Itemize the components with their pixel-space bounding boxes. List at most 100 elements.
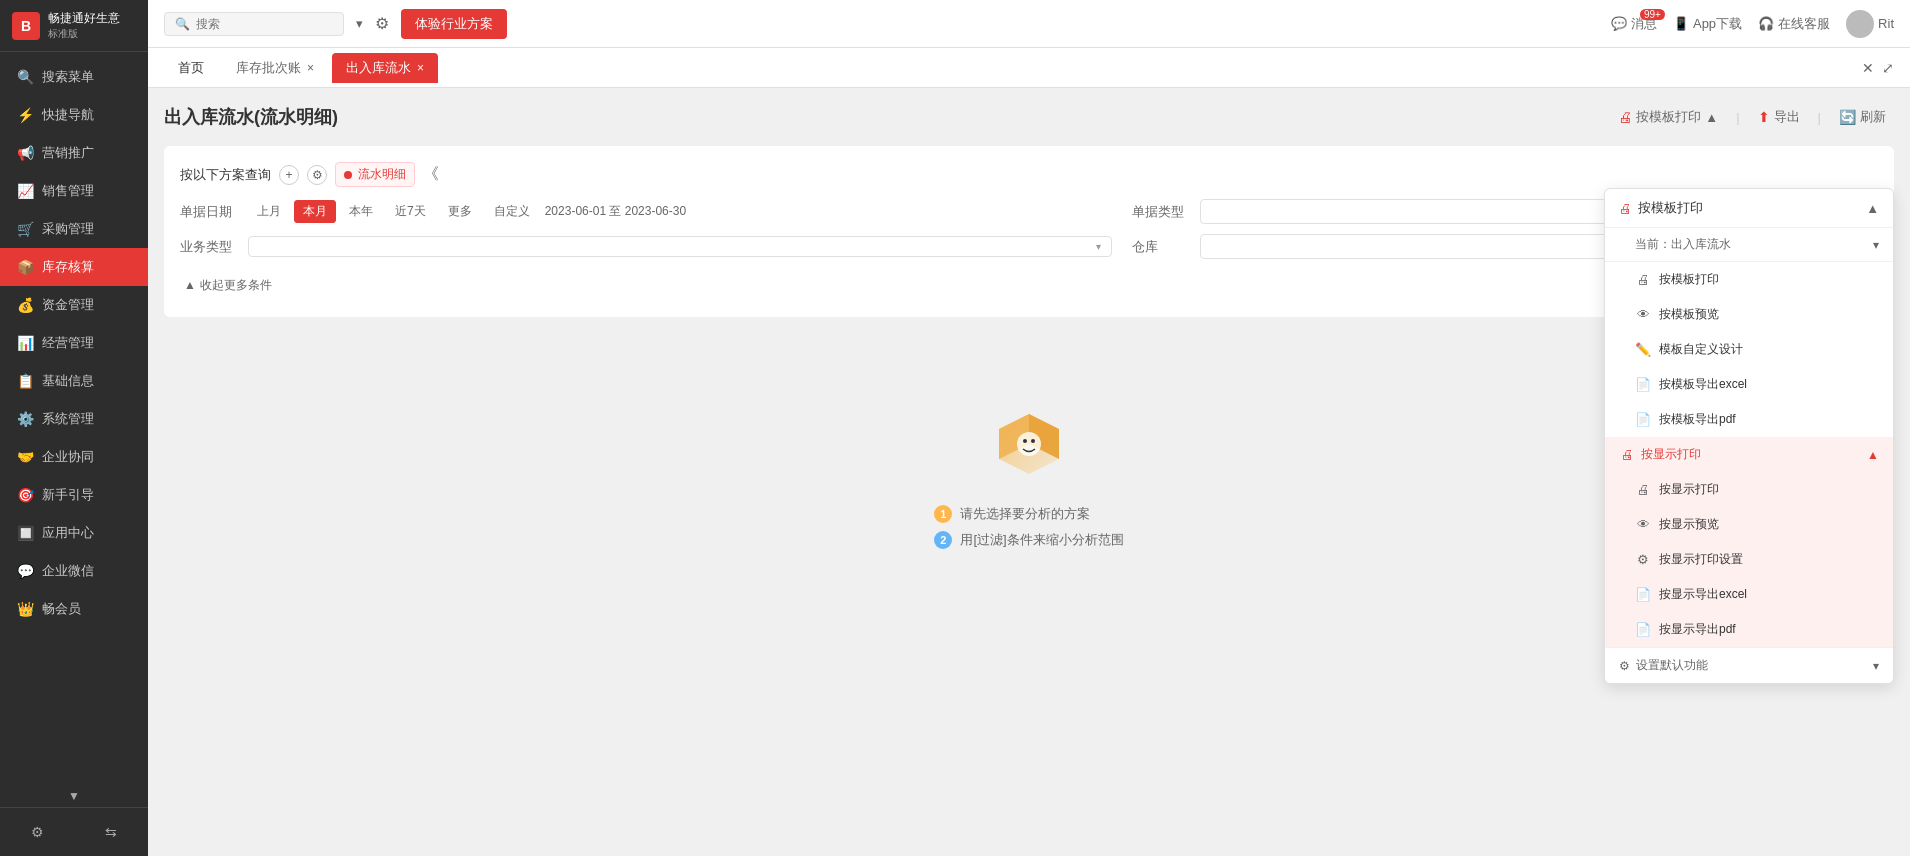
settings-footer-btn[interactable]: ⚙ xyxy=(25,818,50,846)
operation-icon: 📊 xyxy=(16,334,34,352)
sidebar-item-apps[interactable]: 🔲 应用中心 xyxy=(0,514,148,552)
sidebar-item-wechat[interactable]: 💬 企业微信 xyxy=(0,552,148,590)
restore-btn[interactable]: ✕ xyxy=(1862,60,1874,76)
basic-icon: 📋 xyxy=(16,372,34,390)
dropdown-item-display-pdf[interactable]: 📄 按显示导出pdf xyxy=(1605,612,1893,647)
business-filter-field: 业务类型 ▾ xyxy=(180,236,1112,257)
dropdown-item-template-pdf[interactable]: 📄 按模板导出pdf xyxy=(1605,402,1893,437)
shortcut-icon: ⚡ xyxy=(16,106,34,124)
template-custom-icon: ✏️ xyxy=(1635,342,1651,358)
dropdown-item-display-preview[interactable]: 👁 按显示预览 xyxy=(1605,507,1893,542)
sidebar-item-sales[interactable]: 📈 销售管理 xyxy=(0,172,148,210)
tab-flow-close[interactable]: × xyxy=(417,61,424,75)
date-btn-7days[interactable]: 近7天 xyxy=(386,200,435,223)
collapse-footer-btn[interactable]: ⇆ xyxy=(99,818,123,846)
dropdown-close-arrow[interactable]: ▲ xyxy=(1866,201,1879,216)
date-btn-this-month[interactable]: 本月 xyxy=(294,200,336,223)
sidebar-item-marketing[interactable]: 📢 营销推广 xyxy=(0,134,148,172)
dropdown-item-template-custom[interactable]: ✏️ 模板自定义设计 xyxy=(1605,332,1893,367)
svg-point-5 xyxy=(1031,439,1035,443)
dropdown-item-template-excel[interactable]: 📄 按模板导出excel xyxy=(1605,367,1893,402)
refresh-action-btn[interactable]: 🔄 刷新 xyxy=(1831,104,1894,130)
sidebar-item-purchase[interactable]: 🛒 采购管理 xyxy=(0,210,148,248)
dropdown-item-display-print[interactable]: 🖨 按显示打印 xyxy=(1605,472,1893,507)
dropdown-item-template-print[interactable]: 🖨 按模板打印 xyxy=(1605,262,1893,297)
topbar-gear-icon[interactable]: ⚙ xyxy=(375,14,389,33)
filter-settings-btn[interactable]: ⚙ xyxy=(307,165,327,185)
topbar-search-box[interactable]: 🔍 xyxy=(164,12,344,36)
app-download-btn[interactable]: 📱 App下载 xyxy=(1673,15,1742,33)
message-btn[interactable]: 💬 消息 99+ xyxy=(1611,15,1657,33)
tab-batch-close[interactable]: × xyxy=(307,61,314,75)
sidebar-scroll-down[interactable]: ▼ xyxy=(0,785,148,807)
business-select[interactable]: ▾ xyxy=(248,236,1112,257)
dropdown-footer[interactable]: ⚙ 设置默认功能 ▾ xyxy=(1605,647,1893,683)
sidebar-item-inventory[interactable]: 📦 库存核算 xyxy=(0,248,148,286)
sidebar-nav: 🔍 搜索菜单 ⚡ 快捷导航 📢 营销推广 📈 销售管理 🛒 采购管理 📦 xyxy=(0,52,148,785)
search-input[interactable] xyxy=(196,17,316,31)
page-header: 出入库流水(流水明细) 🖨 按模板打印 ▲ | ⬆ 导出 | 🔄 xyxy=(164,104,1894,130)
display-print-section-icon: 🖨 xyxy=(1619,447,1635,463)
date-filter-field: 单据日期 上月 本月 本年 近7天 更多 自定义 2023-06-01 至 20… xyxy=(180,200,1112,223)
date-range-display: 2023-06-01 至 2023-06-30 xyxy=(545,203,686,220)
sidebar-item-system[interactable]: ⚙️ 系统管理 xyxy=(0,400,148,438)
tab-flow[interactable]: 出入库流水 × xyxy=(332,53,438,83)
sidebar-item-cooperation[interactable]: 🤝 企业协同 xyxy=(0,438,148,476)
date-quick-buttons: 上月 本月 本年 近7天 更多 自定义 xyxy=(248,200,539,223)
filter-add-btn[interactable]: + xyxy=(279,165,299,185)
sidebar-item-basic[interactable]: 📋 基础信息 xyxy=(0,362,148,400)
date-btn-more[interactable]: 更多 xyxy=(439,200,481,223)
sidebar-header: B 畅捷通好生意 标准版 xyxy=(0,0,148,52)
date-btn-last-month[interactable]: 上月 xyxy=(248,200,290,223)
user-avatar[interactable]: Rit xyxy=(1846,10,1894,38)
filter-label: 按以下方案查询 xyxy=(180,166,271,184)
apps-icon: 🔲 xyxy=(16,524,34,542)
guide-icon: 🎯 xyxy=(16,486,34,504)
tab-batch[interactable]: 库存批次账 × xyxy=(222,53,328,83)
trial-button[interactable]: 体验行业方案 xyxy=(401,9,507,39)
dropdown-current-item[interactable]: 当前：出入库流水 ▾ xyxy=(1605,228,1893,262)
member-icon: 👑 xyxy=(16,600,34,618)
sidebar-item-guide[interactable]: 🎯 新手引导 xyxy=(0,476,148,514)
dropdown-title: 🖨 按模板打印 xyxy=(1619,199,1703,217)
template-preview-icon: 👁 xyxy=(1635,307,1651,323)
date-btn-this-year[interactable]: 本年 xyxy=(340,200,382,223)
topbar-dropdown-arrow[interactable]: ▾ xyxy=(356,16,363,31)
dropdown-footer-icon: ⚙ xyxy=(1619,659,1630,673)
maximize-btn[interactable]: ⤢ xyxy=(1882,60,1894,76)
sidebar-item-operation[interactable]: 📊 经营管理 xyxy=(0,324,148,362)
dropdown-section-header[interactable]: 🖨 按显示打印 ▲ xyxy=(1605,437,1893,472)
message-icon: 💬 xyxy=(1611,16,1627,31)
dropdown-item-display-excel[interactable]: 📄 按显示导出excel xyxy=(1605,577,1893,612)
print-action-btn[interactable]: 🖨 按模板打印 ▲ xyxy=(1610,104,1726,130)
sidebar: B 畅捷通好生意 标准版 🔍 搜索菜单 ⚡ 快捷导航 📢 营销推广 📈 销售管理 xyxy=(0,0,148,856)
filter-tag-dot xyxy=(344,171,352,179)
sidebar-item-finance[interactable]: 💰 资金管理 xyxy=(0,286,148,324)
filter-tag: 流水明细 xyxy=(335,162,415,187)
business-field-label: 业务类型 xyxy=(180,238,240,256)
refresh-icon: 🔄 xyxy=(1839,109,1856,125)
tip-number-2: 2 xyxy=(934,531,952,549)
tip-number-1: 1 xyxy=(934,505,952,523)
topbar-right: 💬 消息 99+ 📱 App下载 🎧 在线客服 Rit xyxy=(1611,10,1894,38)
tab-home[interactable]: 首页 xyxy=(164,53,218,83)
print-dropdown-arrow: ▲ xyxy=(1705,110,1718,125)
sidebar-item-shortcut[interactable]: ⚡ 快捷导航 xyxy=(0,96,148,134)
online-service-btn[interactable]: 🎧 在线客服 xyxy=(1758,15,1830,33)
collapse-more-btn[interactable]: ▲ 收起更多条件 xyxy=(180,273,276,298)
page-content-area: 出入库流水(流水明细) 🖨 按模板打印 ▲ | ⬆ 导出 | 🔄 xyxy=(148,88,1910,856)
search-icon: 🔍 xyxy=(16,68,34,86)
filter-collapse-left-btn[interactable]: 《 xyxy=(423,164,439,185)
export-action-btn[interactable]: ⬆ 导出 xyxy=(1750,104,1808,130)
page-title: 出入库流水(流水明细) xyxy=(164,105,338,129)
date-btn-custom[interactable]: 自定义 xyxy=(485,200,539,223)
empty-tip-2: 2 用[过滤]条件来缩小分析范围 xyxy=(934,531,1123,549)
sales-icon: 📈 xyxy=(16,182,34,200)
dropdown-section-arrow: ▲ xyxy=(1867,448,1879,462)
scroll-down-icon: ▼ xyxy=(68,789,80,803)
dropdown-item-display-settings[interactable]: ⚙ 按显示打印设置 xyxy=(1605,542,1893,577)
sidebar-item-member[interactable]: 👑 畅会员 xyxy=(0,590,148,628)
sidebar-item-search[interactable]: 🔍 搜索菜单 xyxy=(0,58,148,96)
dropdown-item-template-preview[interactable]: 👁 按模板预览 xyxy=(1605,297,1893,332)
inventory-icon: 📦 xyxy=(16,258,34,276)
